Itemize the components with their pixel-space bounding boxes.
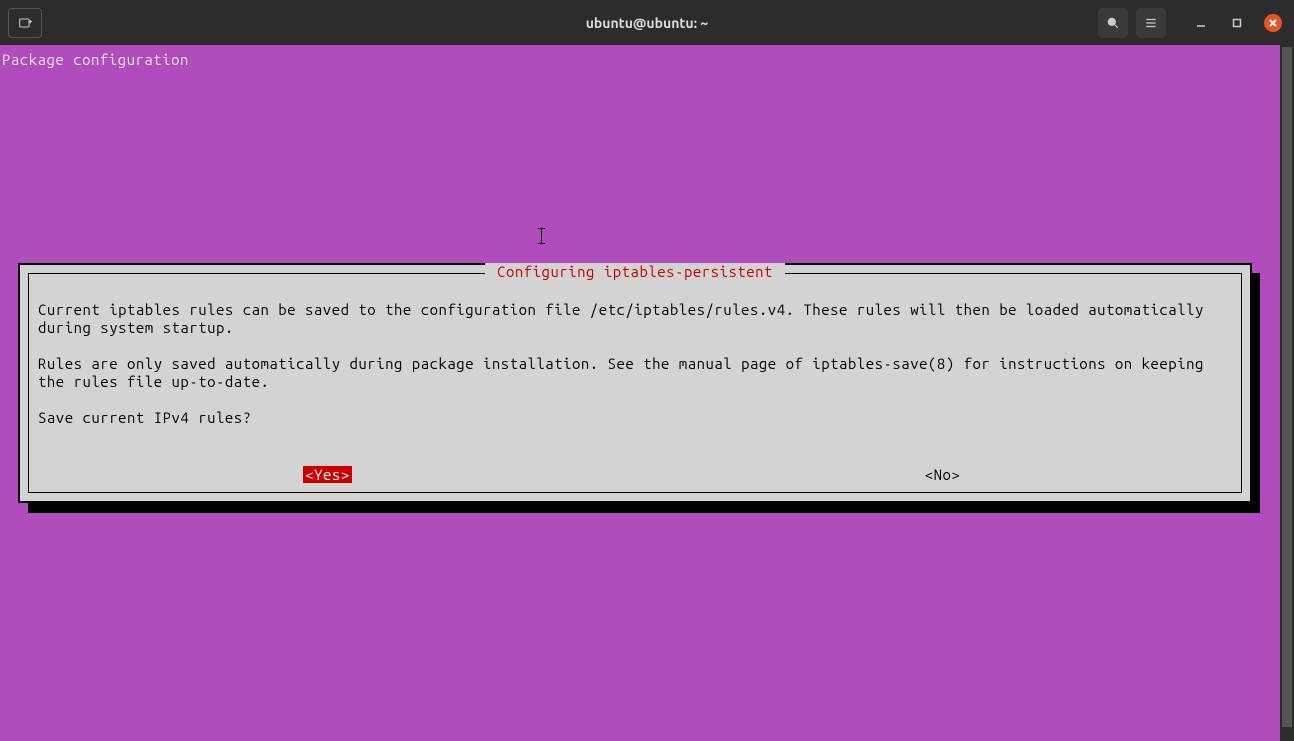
new-tab-icon	[17, 15, 33, 31]
dialog-title: Configuring iptables-persistent	[485, 263, 785, 280]
window-title: ubuntu@ubuntu: ~	[586, 15, 709, 31]
close-icon	[1268, 18, 1278, 28]
minimize-icon	[1196, 18, 1206, 28]
text-cursor-icon	[538, 227, 545, 245]
scrollbar[interactable]	[1280, 45, 1294, 741]
titlebar: ubuntu@ubuntu: ~	[0, 0, 1294, 45]
yes-button[interactable]: <Yes>	[303, 466, 352, 483]
search-button[interactable]	[1098, 8, 1128, 38]
dialog-question: Save current IPv4 rules?	[38, 409, 1232, 427]
terminal-area[interactable]: Package configuration Configuring iptabl…	[0, 45, 1294, 741]
new-tab-button[interactable]	[8, 8, 42, 38]
package-config-header: Package configuration	[2, 51, 189, 68]
dialog-body: Current iptables rules can be saved to t…	[38, 301, 1232, 445]
titlebar-right	[1098, 8, 1286, 38]
search-icon	[1106, 16, 1120, 30]
scrollbar-thumb[interactable]	[1282, 47, 1292, 727]
dialog-text-1: Current iptables rules can be saved to t…	[38, 301, 1232, 337]
maximize-icon	[1232, 18, 1242, 28]
titlebar-left	[8, 8, 42, 38]
menu-button[interactable]	[1136, 8, 1166, 38]
minimize-button[interactable]	[1192, 14, 1210, 32]
close-button[interactable]	[1264, 14, 1282, 32]
maximize-button[interactable]	[1228, 14, 1246, 32]
dialog-buttons: <Yes> <No>	[20, 466, 1250, 483]
config-dialog: Configuring iptables-persistent Current …	[18, 263, 1252, 503]
no-button[interactable]: <No>	[925, 466, 961, 483]
window-controls	[1192, 14, 1282, 32]
dialog-text-2: Rules are only saved automatically durin…	[38, 355, 1232, 391]
hamburger-icon	[1144, 16, 1158, 30]
